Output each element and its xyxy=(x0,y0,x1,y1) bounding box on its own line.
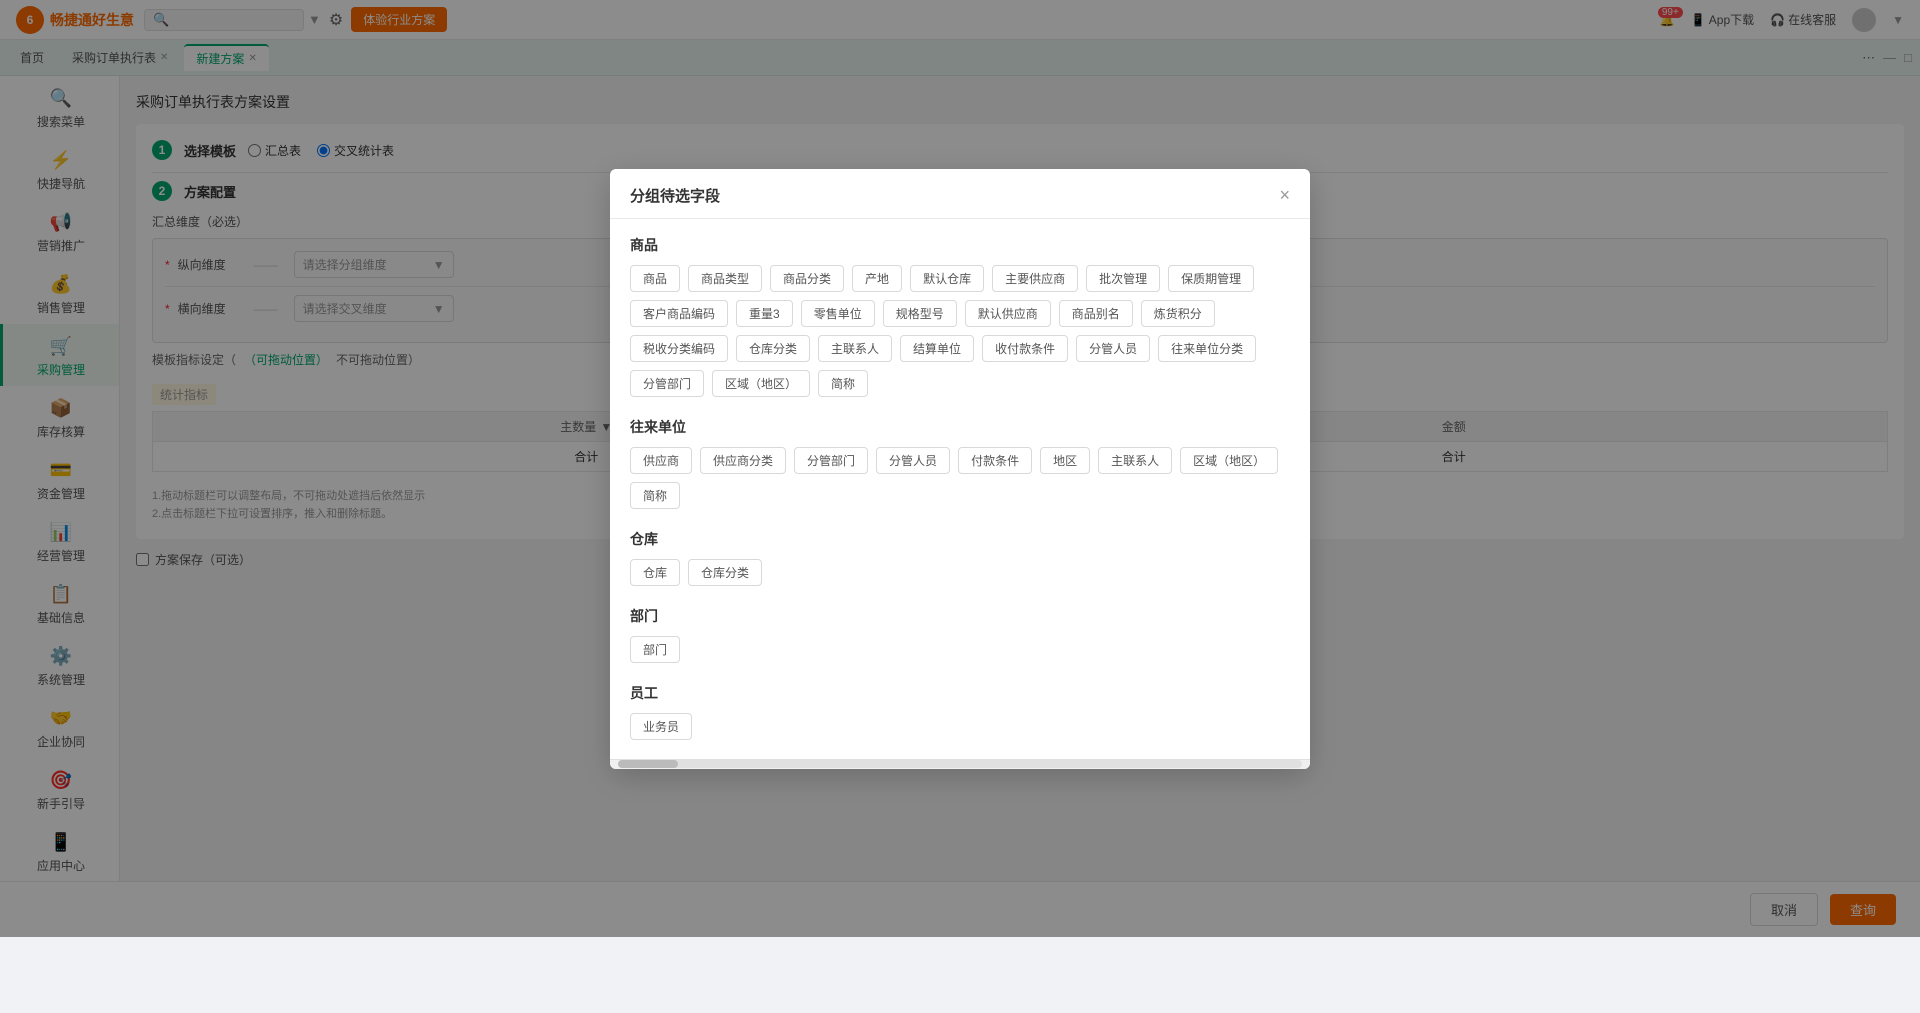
field-tag-业务员[interactable]: 业务员 xyxy=(630,713,692,740)
field-tag-简称[interactable]: 简称 xyxy=(630,482,680,509)
dialog-hscrollbar[interactable] xyxy=(610,759,1310,769)
field-tag-商品[interactable]: 商品 xyxy=(630,265,680,292)
field-tag-零售单位[interactable]: 零售单位 xyxy=(801,300,875,327)
section-department: 部门 部门 xyxy=(630,606,1290,663)
field-tag-供应商[interactable]: 供应商 xyxy=(630,447,692,474)
section-warehouse: 仓库 仓库仓库分类 xyxy=(630,529,1290,586)
field-tag-产地[interactable]: 产地 xyxy=(852,265,902,292)
section-warehouse-title: 仓库 xyxy=(630,529,1290,549)
field-tag-规格型号[interactable]: 规格型号 xyxy=(883,300,957,327)
field-tag-保质期管理[interactable]: 保质期管理 xyxy=(1168,265,1254,292)
field-tag-主联系人[interactable]: 主联系人 xyxy=(818,335,892,362)
hscroll-track[interactable] xyxy=(618,760,1302,768)
field-tag-炼货积分[interactable]: 炼货积分 xyxy=(1141,300,1215,327)
field-tag-默认仓库[interactable]: 默认仓库 xyxy=(910,265,984,292)
field-tag-区域（地区）[interactable]: 区域（地区） xyxy=(1180,447,1278,474)
field-tag-结算单位[interactable]: 结算单位 xyxy=(900,335,974,362)
section-employee-tags: 业务员 xyxy=(630,713,1290,740)
section-partner-title: 往来单位 xyxy=(630,417,1290,437)
field-tag-收付款条件[interactable]: 收付款条件 xyxy=(982,335,1068,362)
field-tag-往来单位分类[interactable]: 往来单位分类 xyxy=(1158,335,1256,362)
section-partner: 往来单位 供应商供应商分类分管部门分管人员付款条件地区主联系人区域（地区） 简称 xyxy=(630,417,1290,509)
field-tag-商品别名[interactable]: 商品别名 xyxy=(1059,300,1133,327)
field-selector-dialog: 分组待选字段 × 商品 商品商品类型商品分类产地默认仓库主要供应商批次管理保质期… xyxy=(610,169,1310,769)
field-tag-部门[interactable]: 部门 xyxy=(630,636,680,663)
field-tag-批次管理[interactable]: 批次管理 xyxy=(1086,265,1160,292)
field-tag-仓库分类[interactable]: 仓库分类 xyxy=(688,559,762,586)
section-partner-tags: 供应商供应商分类分管部门分管人员付款条件地区主联系人区域（地区） 简称 xyxy=(630,447,1290,509)
field-tag-商品分类[interactable]: 商品分类 xyxy=(770,265,844,292)
section-department-tags: 部门 xyxy=(630,636,1290,663)
section-goods-title: 商品 xyxy=(630,235,1290,255)
field-tag-分管部门[interactable]: 分管部门 xyxy=(630,370,704,397)
field-tag-分管人员[interactable]: 分管人员 xyxy=(876,447,950,474)
dialog-header: 分组待选字段 × xyxy=(610,169,1310,219)
dialog-close-btn[interactable]: × xyxy=(1279,185,1290,206)
section-goods: 商品 商品商品类型商品分类产地默认仓库主要供应商批次管理保质期管理客户商品编码重… xyxy=(630,235,1290,397)
field-tag-区域（地区）[interactable]: 区域（地区） xyxy=(712,370,810,397)
field-tag-重量3[interactable]: 重量3 xyxy=(736,300,793,327)
field-tag-仓库[interactable]: 仓库 xyxy=(630,559,680,586)
field-tag-供应商分类[interactable]: 供应商分类 xyxy=(700,447,786,474)
section-warehouse-tags: 仓库仓库分类 xyxy=(630,559,1290,586)
section-employee-title: 员工 xyxy=(630,683,1290,703)
field-tag-仓库分类[interactable]: 仓库分类 xyxy=(736,335,810,362)
dialog-body: 商品 商品商品类型商品分类产地默认仓库主要供应商批次管理保质期管理客户商品编码重… xyxy=(610,219,1310,759)
section-employee: 员工 业务员 xyxy=(630,683,1290,740)
field-tag-税收分类编码[interactable]: 税收分类编码 xyxy=(630,335,728,362)
field-tag-客户商品编码[interactable]: 客户商品编码 xyxy=(630,300,728,327)
hscroll-thumb[interactable] xyxy=(618,760,678,768)
field-tag-分管部门[interactable]: 分管部门 xyxy=(794,447,868,474)
field-tag-主要供应商[interactable]: 主要供应商 xyxy=(992,265,1078,292)
field-tag-分管人员[interactable]: 分管人员 xyxy=(1076,335,1150,362)
field-tag-地区[interactable]: 地区 xyxy=(1040,447,1090,474)
field-tag-简称[interactable]: 简称 xyxy=(818,370,868,397)
field-tag-商品类型[interactable]: 商品类型 xyxy=(688,265,762,292)
dialog-title: 分组待选字段 xyxy=(630,185,720,206)
modal-overlay: 分组待选字段 × 商品 商品商品类型商品分类产地默认仓库主要供应商批次管理保质期… xyxy=(0,0,1920,937)
field-tag-付款条件[interactable]: 付款条件 xyxy=(958,447,1032,474)
field-tag-默认供应商[interactable]: 默认供应商 xyxy=(965,300,1051,327)
section-goods-tags: 商品商品类型商品分类产地默认仓库主要供应商批次管理保质期管理客户商品编码重量3 零… xyxy=(630,265,1290,397)
section-department-title: 部门 xyxy=(630,606,1290,626)
field-tag-主联系人[interactable]: 主联系人 xyxy=(1098,447,1172,474)
